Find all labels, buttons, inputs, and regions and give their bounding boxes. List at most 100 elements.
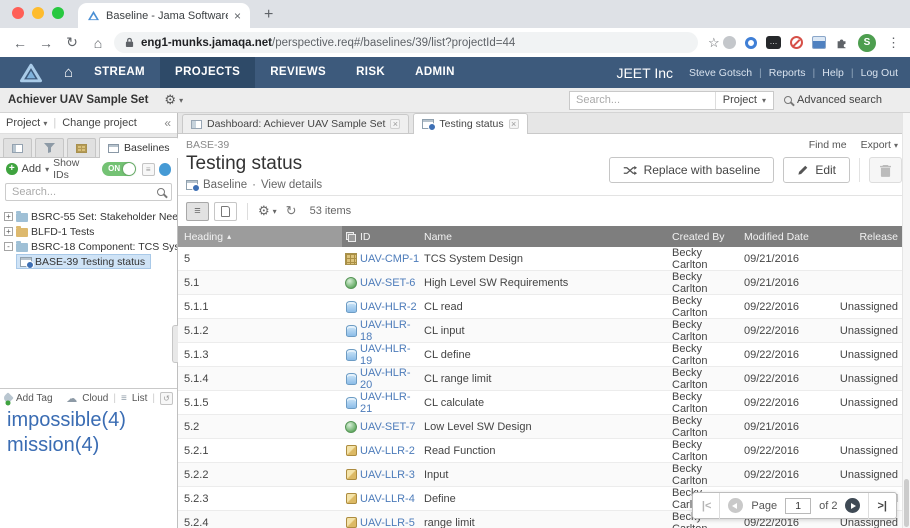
extension-ring-icon[interactable] [745,37,757,49]
tab-filters[interactable] [35,138,64,157]
item-id-link[interactable]: UAV-SET-7 [360,421,415,433]
refresh-icon[interactable]: ↻ [286,203,297,219]
tab-explorer[interactable] [3,138,32,157]
view-details-link[interactable]: View details [261,179,322,191]
help-icon[interactable] [159,163,171,176]
item-id-link[interactable]: UAV-LLR-2 [360,445,415,457]
column-header-name[interactable]: Name [420,231,666,243]
nav-link-help[interactable]: Help [822,67,844,79]
tab-test-plans[interactable] [67,138,96,157]
list-view-button[interactable]: ≡ [186,202,209,221]
item-id-link[interactable]: UAV-LLR-4 [360,493,415,505]
back-icon[interactable]: ← [8,35,32,51]
window-minimize-button[interactable] [32,7,44,19]
change-project-link[interactable]: Change project [62,117,137,129]
tree-item[interactable]: +BSRC-55 Set: Stakeholder Needs and Miss… [0,209,177,224]
nav-link-log-out[interactable]: Log Out [861,67,898,79]
document-view-button[interactable] [214,202,237,221]
sort-options-icon[interactable]: ≡ [142,163,155,176]
extension-tab-icon[interactable] [812,36,826,49]
extension-blocker-icon[interactable] [790,36,803,49]
last-page-button[interactable]: >| [877,500,887,512]
item-id-link[interactable]: UAV-HLR-20 [360,367,420,391]
previous-page-button[interactable] [728,498,743,513]
table-row[interactable]: 5.1.5UAV-HLR-21CL calculateBecky Carlton… [178,391,910,415]
first-page-button[interactable]: |< [702,500,712,512]
item-id-link[interactable]: UAV-HLR-21 [360,391,420,415]
forward-icon[interactable]: → [34,35,58,51]
table-row[interactable]: 5.2.1UAV-LLR-2Read FunctionBecky Carlton… [178,439,910,463]
tags-refresh-icon[interactable]: ↺ [160,392,173,405]
replace-with-baseline-button[interactable]: Replace with baseline [609,157,775,183]
tab-close-icon[interactable]: × [234,9,241,23]
project-settings-button[interactable]: ⚙ ▾ [164,92,183,108]
nav-item-projects[interactable]: PROJECTS [160,57,255,88]
item-id-link[interactable]: UAV-HLR-18 [360,319,420,343]
table-row[interactable]: 5.1.4UAV-HLR-20CL range limitBecky Carlt… [178,367,910,391]
add-tag-button[interactable]: Add Tag [16,393,53,404]
vertical-scrollbar[interactable] [902,113,910,528]
table-row[interactable]: 5.2UAV-SET-7Low Level SW DesignBecky Car… [178,415,910,439]
user-name[interactable]: Steve Gotsch [689,67,752,79]
column-header-heading[interactable]: Heading ▴ [178,226,342,247]
browser-home-icon[interactable]: ⌂ [86,35,110,51]
nav-link-reports[interactable]: Reports [769,67,806,79]
tree-item[interactable]: -BSRC-18 Component: TCS System Design [0,239,177,254]
table-row[interactable]: 5.1.3UAV-HLR-19CL defineBecky Carlton09/… [178,343,910,367]
nav-item-stream[interactable]: STREAM [79,57,160,88]
page-number-input[interactable] [785,498,811,514]
item-id-link[interactable]: UAV-CMP-1 [360,253,419,265]
add-button[interactable]: Add [22,163,42,175]
new-tab-button[interactable]: + [250,6,287,28]
browser-menu-icon[interactable]: ⋮ [885,35,902,51]
nav-item-reviews[interactable]: REVIEWS [255,57,341,88]
window-close-button[interactable] [12,7,24,19]
tab-testing-status[interactable]: Testing status × [413,113,527,134]
table-row[interactable]: 5UAV-CMP-1TCS System DesignBecky Carlton… [178,247,910,271]
column-header-release[interactable]: Release [814,231,910,243]
tags-list-view-button[interactable]: List [132,393,148,404]
column-header-created-by[interactable]: Created By [666,231,738,243]
scrollbar-thumb[interactable] [904,479,909,527]
tags-cloud-view-button[interactable]: Cloud [82,393,108,404]
view-settings-dropdown[interactable]: ⚙ ▾ [258,203,277,219]
tag-link[interactable]: impossible(4) [7,408,170,433]
expander-icon[interactable]: + [4,227,13,236]
show-ids-toggle[interactable]: ON [102,162,136,176]
extension-dark-icon[interactable]: … [766,36,781,49]
extensions-puzzle-icon[interactable] [835,36,849,50]
item-id-link[interactable]: UAV-HLR-19 [360,343,420,367]
item-id-link[interactable]: UAV-LLR-5 [360,517,415,528]
nav-item-admin[interactable]: ADMIN [400,57,470,88]
window-zoom-button[interactable] [52,7,64,19]
reload-icon[interactable]: ↻ [60,34,84,51]
table-row[interactable]: 5.1.1UAV-HLR-2CL readBecky Carlton09/22/… [178,295,910,319]
tag-link[interactable]: mission(4) [7,433,170,458]
table-row[interactable]: 5.1UAV-SET-6High Level SW RequirementsBe… [178,271,910,295]
edit-button[interactable]: Edit [783,157,850,183]
project-dropdown[interactable]: Project ▾ [6,117,47,129]
tab-baselines[interactable]: Baselines [99,137,179,158]
browser-tab[interactable]: Baseline - Jama Software × [78,3,250,28]
tree-item-selected[interactable]: BASE-39 Testing status [16,254,151,269]
column-header-modified-date[interactable]: Modified Date [738,231,814,243]
expander-icon[interactable]: - [4,242,13,251]
nav-item-risk[interactable]: RISK [341,57,400,88]
column-header-id[interactable]: ID [360,231,420,243]
next-page-button[interactable] [845,498,860,513]
search-input[interactable] [570,94,715,106]
close-icon[interactable]: × [390,119,400,129]
close-icon[interactable]: × [509,119,519,129]
table-row[interactable]: 5.1.2UAV-HLR-18CL inputBecky Carlton09/2… [178,319,910,343]
item-id-link[interactable]: UAV-SET-6 [360,277,415,289]
expander-icon[interactable]: + [4,212,13,221]
tab-dashboard[interactable]: Dashboard: Achiever UAV Sample Set × [182,114,409,133]
tree-item[interactable]: +BLFD-1 Tests [0,224,177,239]
extension-gray-icon[interactable] [723,36,736,49]
export-dropdown[interactable]: Export ▾ [861,139,898,151]
find-me-link[interactable]: Find me [809,139,847,151]
browser-profile-avatar[interactable]: S [858,34,876,52]
bookmark-star-icon[interactable]: ☆ [708,35,720,51]
url-bar[interactable]: eng1-munks.jamaqa.net/perspective.req#/b… [114,32,698,53]
delete-button[interactable] [869,157,902,183]
